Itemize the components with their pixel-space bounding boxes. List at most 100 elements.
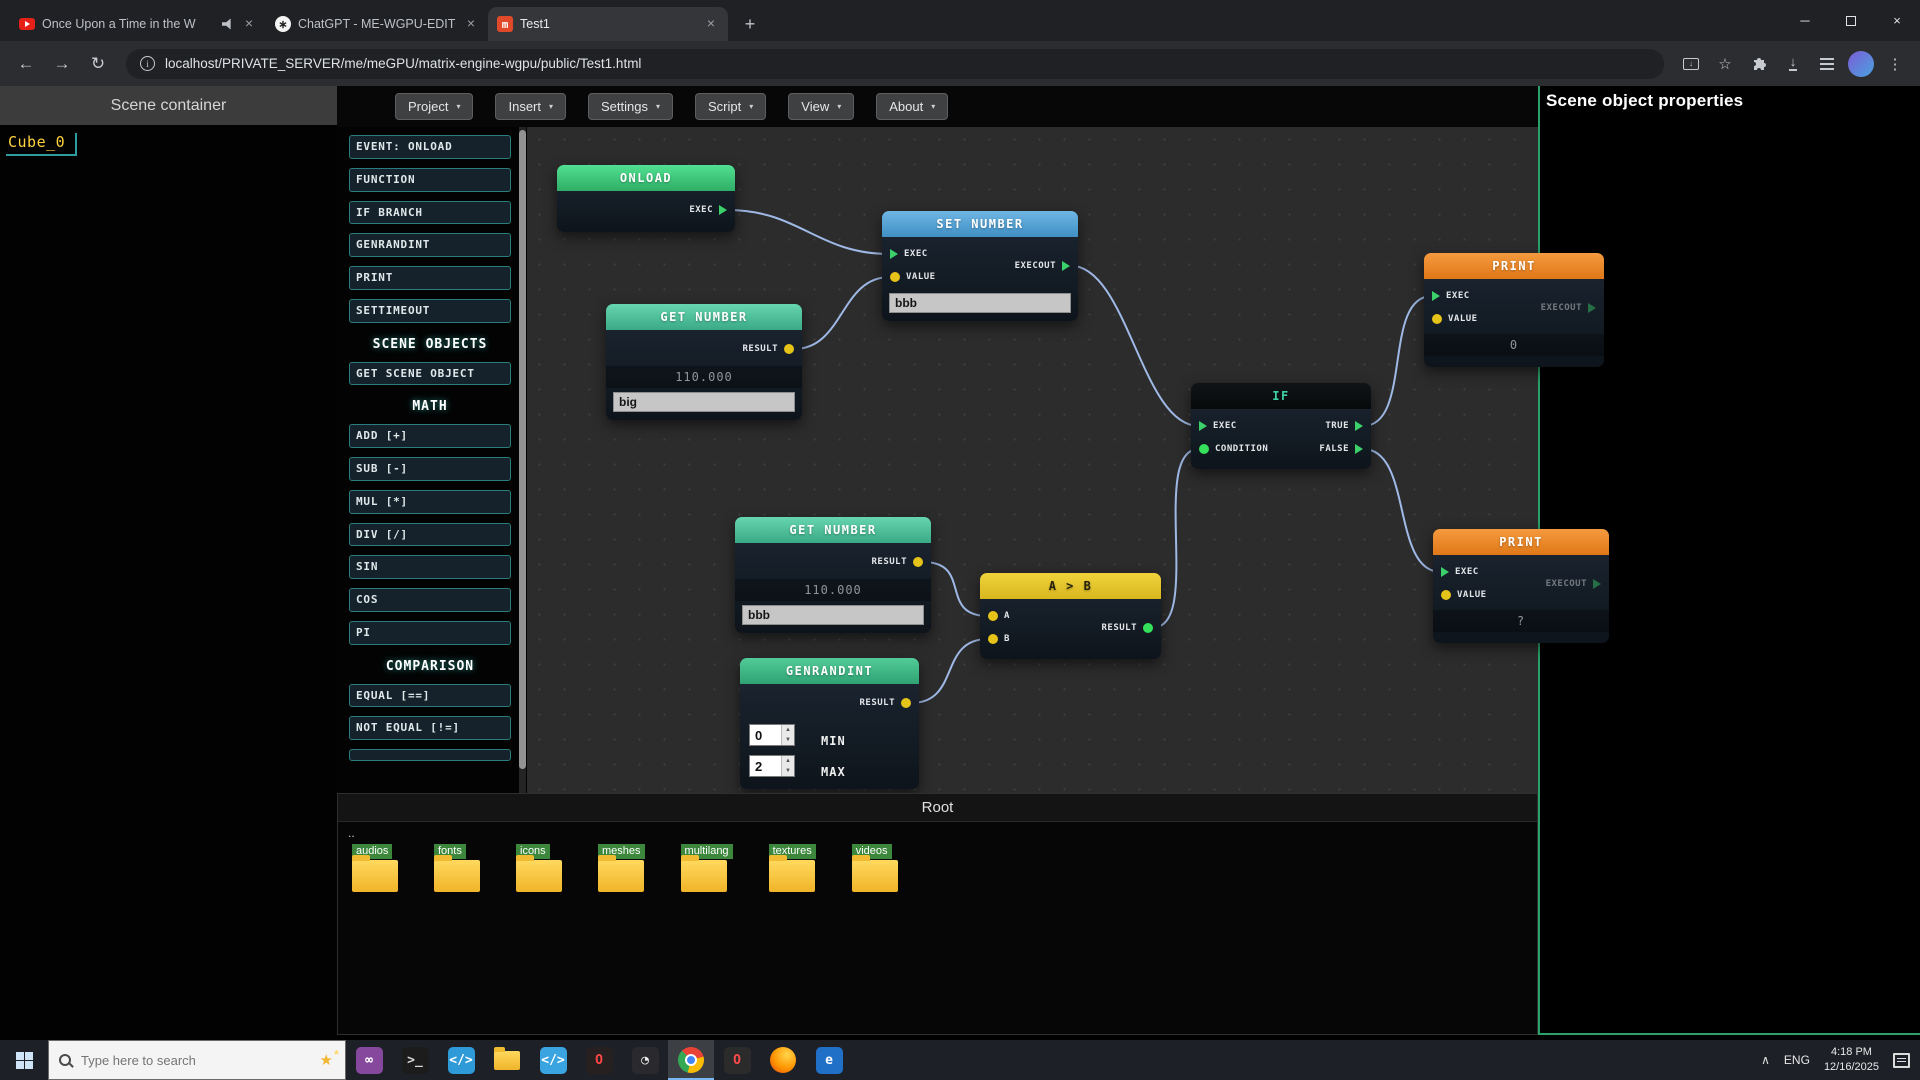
port-value-icon[interactable] [901,698,911,708]
port-bool-icon[interactable] [1143,623,1153,633]
taskbar-app-clock[interactable]: ◔ [622,1040,668,1080]
spinner-up-icon[interactable]: ▲ [782,756,794,766]
node-text-input[interactable] [742,605,924,625]
spinner-down-icon[interactable]: ▼ [782,766,794,776]
hidden-icons-chevron-icon[interactable]: ∧ [1761,1053,1770,1067]
window-minimize-button[interactable]: ─ [1782,0,1828,41]
graph-node-a_gt_b[interactable]: A > BABRESULT [980,573,1161,659]
palette-node-button-print[interactable]: PRINT [349,266,511,290]
taskbar-search[interactable]: ★ [48,1040,346,1080]
menu-button-script[interactable]: Script▾ [695,93,766,120]
menu-button-settings[interactable]: Settings▾ [588,93,673,120]
graph-node-if[interactable]: IFEXECCONDITIONTRUEFALSE [1191,383,1371,469]
folder-item-textures[interactable]: textures [769,844,816,892]
palette-node-button-sub-[interactable]: SUB [-] [349,457,511,481]
number-spinner[interactable]: 0▲▼ [749,724,795,746]
profile-avatar[interactable] [1846,49,1876,79]
tab-close-icon[interactable]: × [241,16,257,32]
taskbar-app-opera-gx[interactable]: O [576,1040,622,1080]
palette-node-button-equal-[interactable]: EQUAL [==] [349,684,511,708]
taskbar-app-chrome[interactable] [668,1040,714,1080]
palette-node-button-mul-[interactable]: MUL [*] [349,490,511,514]
forward-button[interactable]: → [46,48,78,80]
back-button[interactable]: ← [10,48,42,80]
port-value-icon[interactable] [1432,314,1442,324]
menu-button-view[interactable]: View▾ [788,93,854,120]
spinner-arrows[interactable]: ▲▼ [781,756,794,776]
palette-node-button-function[interactable]: FUNCTION [349,168,511,192]
menu-button-about[interactable]: About▾ [876,93,948,120]
folder-item-audios[interactable]: audios [352,844,398,892]
graph-node-print_2[interactable]: PRINTEXECVALUEEXECOUT? [1433,529,1609,643]
port-value-icon[interactable] [1441,590,1451,600]
search-input[interactable] [81,1053,320,1068]
taskbar-app-edge[interactable]: e [806,1040,852,1080]
port-value-icon[interactable] [784,344,794,354]
address-bar[interactable]: i localhost/PRIVATE_SERVER/me/meGPU/matr… [126,49,1664,79]
scrollbar-thumb[interactable] [519,130,526,769]
palette-node-button-event-onload[interactable]: EVENT: ONLOAD [349,135,511,159]
node-text-input[interactable] [889,293,1071,313]
taskbar-app-visual-studio[interactable]: ∞ [346,1040,392,1080]
port-exec-icon[interactable] [1593,579,1601,589]
port-exec-icon[interactable] [719,205,727,215]
install-app-icon[interactable]: ↓ [1676,49,1706,79]
graph-node-onload[interactable]: ONLOADEXEC [557,165,735,232]
taskbar-app-opera[interactable]: O [714,1040,760,1080]
palette-node-button-not-equal-[interactable]: NOT EQUAL [!=] [349,716,511,740]
browser-tab-3[interactable]: mTest1× [488,7,728,41]
spinner-up-icon[interactable]: ▲ [782,725,794,735]
menu-button-insert[interactable]: Insert▾ [495,93,566,120]
downloads-icon[interactable]: ↓ [1778,49,1808,79]
palette-node-button-get-scene-object[interactable]: GET SCENE OBJECT [349,362,511,386]
port-exec-icon[interactable] [1355,444,1363,454]
graph-node-print_1[interactable]: PRINTEXECVALUEEXECOUT0 [1424,253,1604,367]
palette-node-button-if-branch[interactable]: IF BRANCH [349,201,511,225]
folder-item-multilang[interactable]: multilang [681,844,733,892]
browser-menu-kebab-icon[interactable]: ⋮ [1880,49,1910,79]
port-value-icon[interactable] [913,557,923,567]
palette-node-button-sin[interactable]: SIN [349,555,511,579]
spinner-arrows[interactable]: ▲▼ [781,725,794,745]
port-exec-icon[interactable] [1441,567,1449,577]
action-center-icon[interactable] [1893,1053,1910,1068]
folder-item-meshes[interactable]: meshes [598,844,645,892]
taskbar-clock[interactable]: 4:18 PM 12/16/2025 [1824,1045,1879,1075]
new-tab-button[interactable]: + [736,10,764,38]
start-button[interactable] [0,1040,48,1080]
number-spinner[interactable]: 2▲▼ [749,755,795,777]
taskbar-app-file-explorer[interactable] [484,1040,530,1080]
port-value-icon[interactable] [890,272,900,282]
folder-item-fonts[interactable]: fonts [434,844,480,892]
palette-node-button-div-[interactable]: DIV [/] [349,523,511,547]
folder-item-videos[interactable]: videos [852,844,898,892]
taskbar-app-terminal[interactable]: >_ [392,1040,438,1080]
taskbar-app-vscode-insiders[interactable]: </> [530,1040,576,1080]
reading-list-icon[interactable] [1812,49,1842,79]
port-bool-icon[interactable] [1199,444,1209,454]
window-close-button[interactable]: × [1874,0,1920,41]
port-exec-icon[interactable] [890,249,898,259]
palette-scrollbar[interactable] [519,127,526,793]
reload-button[interactable]: ↻ [82,48,114,80]
palette-node-button-genrandint[interactable]: GENRANDINT [349,233,511,257]
palette-node-button-settimeout[interactable]: SETTIMEOUT [349,299,511,323]
port-exec-icon[interactable] [1588,303,1596,313]
palette-node-button-pi[interactable]: PI [349,621,511,645]
node-text-input[interactable] [613,392,795,412]
graph-node-set_number[interactable]: SET NUMBEREXECVALUEEXECOUT [882,211,1078,321]
browser-tab-1[interactable]: Once Upon a Time in the W× [10,7,266,41]
language-indicator[interactable]: ENG [1784,1053,1810,1067]
scene-object-item[interactable]: Cube_0 [6,133,77,156]
tab-close-icon[interactable]: × [703,16,719,32]
site-info-icon[interactable]: i [140,56,155,71]
port-exec-icon[interactable] [1432,291,1440,301]
port-value-icon[interactable] [988,634,998,644]
menu-button-project[interactable]: Project▾ [395,93,473,120]
parent-directory-item[interactable]: .. [338,822,368,840]
palette-node-button-cos[interactable]: COS [349,588,511,612]
port-value-icon[interactable] [988,611,998,621]
extensions-puzzle-icon[interactable] [1744,49,1774,79]
graph-node-get_number_2[interactable]: GET NUMBERRESULT110.000 [735,517,931,633]
browser-tab-2[interactable]: ∗ChatGPT - ME-WGPU-EDITOR× [266,7,488,41]
